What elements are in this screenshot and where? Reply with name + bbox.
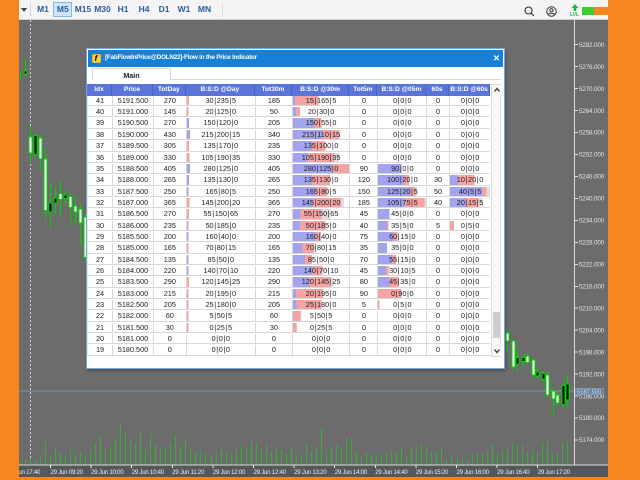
svg-text:5276.000: 5276.000	[579, 64, 605, 71]
svg-text:5174.000: 5174.000	[579, 437, 605, 444]
svg-text:29 Jun 10:00: 29 Jun 10:00	[91, 469, 124, 476]
svg-text:29 Jun 16:00: 29 Jun 16:00	[457, 469, 490, 476]
svg-text:5240.000: 5240.000	[579, 196, 605, 203]
svg-text:5187.500: 5187.500	[577, 390, 601, 396]
svg-text:29 Jun 09:20: 29 Jun 09:20	[51, 469, 84, 476]
svg-text:29 Jun 13:20: 29 Jun 13:20	[294, 469, 327, 476]
svg-text:29 Jun 12:00: 29 Jun 12:00	[213, 469, 246, 476]
svg-text:5198.000: 5198.000	[579, 349, 605, 356]
svg-text:29 Jun 14:00: 29 Jun 14:00	[335, 469, 368, 476]
svg-text:29 Jun 12:40: 29 Jun 12:40	[254, 469, 287, 476]
svg-text:5282.000: 5282.000	[579, 42, 605, 49]
svg-text:5216.000: 5216.000	[579, 284, 605, 291]
svg-text:5252.000: 5252.000	[579, 152, 605, 159]
svg-text:5204.000: 5204.000	[579, 327, 605, 334]
svg-text:29 Jun 17:20: 29 Jun 17:20	[538, 469, 571, 476]
svg-text:29 Jun 14:40: 29 Jun 14:40	[375, 469, 408, 476]
svg-text:29 Jun 10:40: 29 Jun 10:40	[132, 469, 165, 476]
svg-text:5210.000: 5210.000	[579, 305, 605, 312]
svg-text:5270.000: 5270.000	[579, 86, 605, 93]
svg-text:5258.000: 5258.000	[579, 130, 605, 137]
svg-text:29 Jun 16:40: 29 Jun 16:40	[497, 469, 530, 476]
svg-text:5264.000: 5264.000	[579, 108, 605, 115]
svg-text:29 Jun 11:20: 29 Jun 11:20	[172, 469, 205, 476]
svg-text:5192.000: 5192.000	[579, 371, 605, 378]
svg-text:29 Jun 17:40: 29 Jun 17:40	[19, 469, 41, 476]
svg-text:29 Jun 15:20: 29 Jun 15:20	[416, 469, 449, 476]
svg-text:5246.000: 5246.000	[579, 174, 605, 181]
svg-text:5180.000: 5180.000	[579, 415, 605, 422]
svg-text:5222.000: 5222.000	[579, 262, 605, 269]
svg-text:LVL: LVL	[570, 12, 579, 17]
svg-text:5228.000: 5228.000	[579, 240, 605, 247]
svg-text:5234.000: 5234.000	[579, 218, 605, 225]
